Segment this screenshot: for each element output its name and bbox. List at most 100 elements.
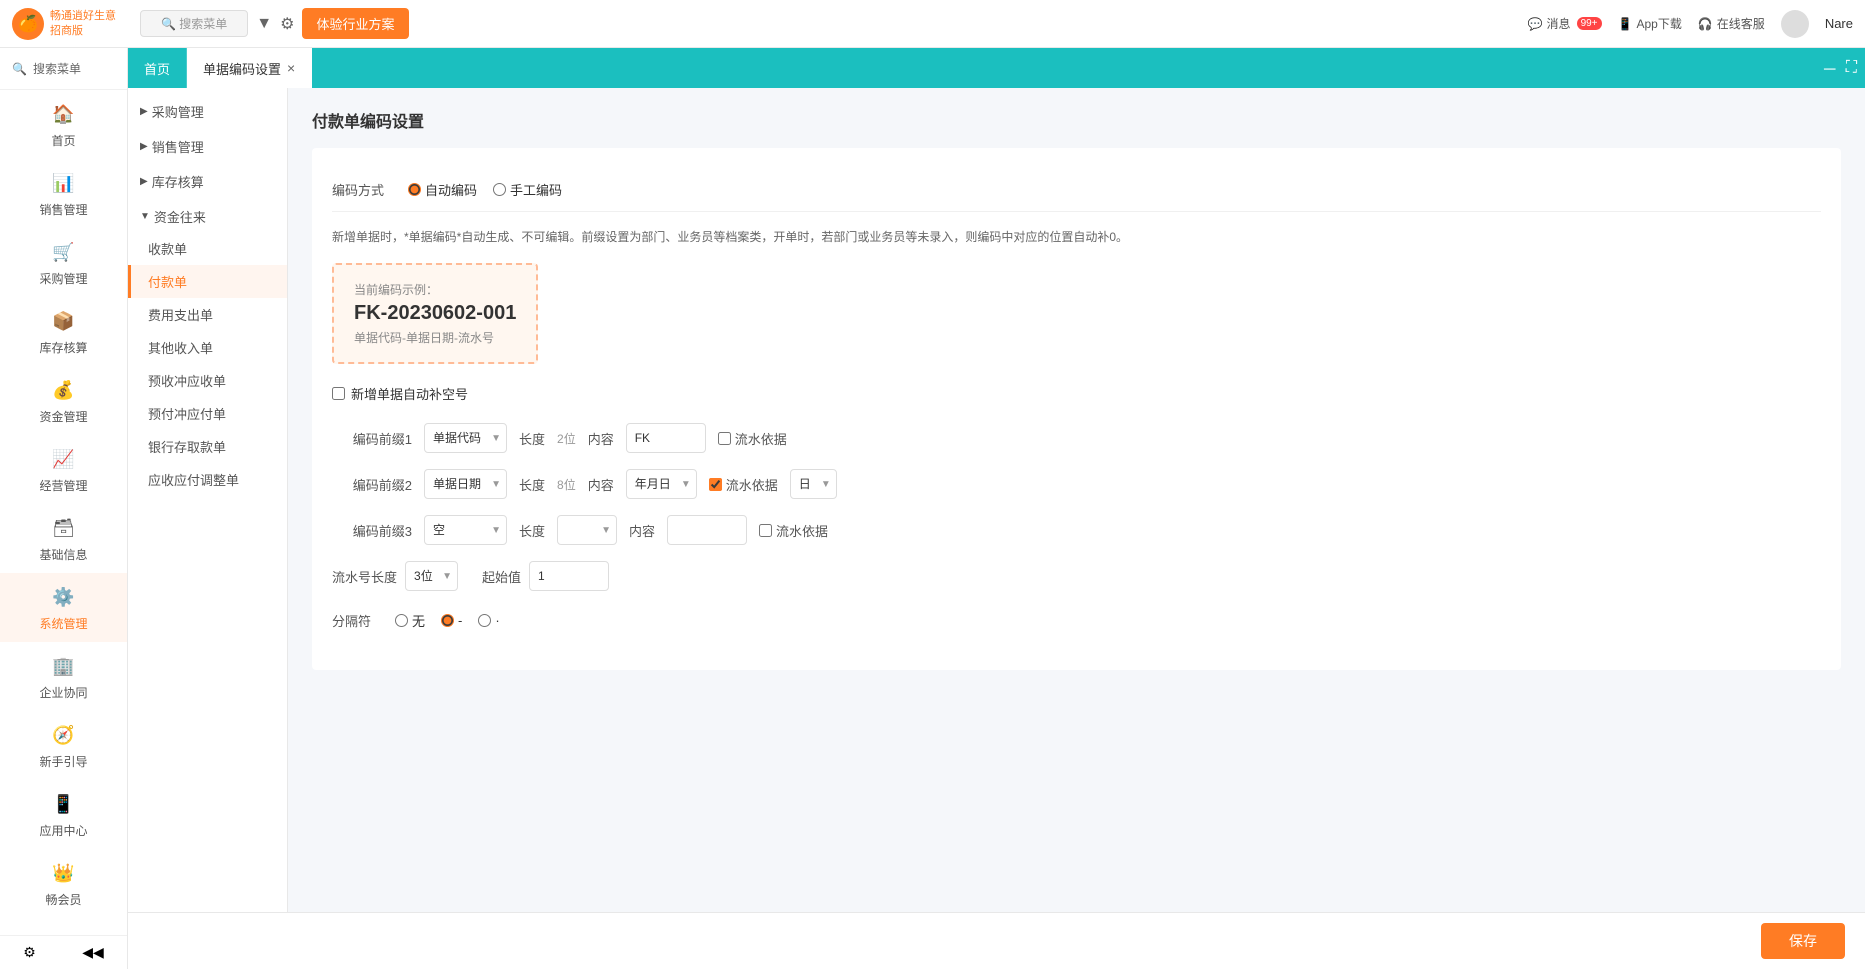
stream3-checkbox[interactable] — [759, 524, 772, 537]
top-header: 🍊 畅通逍好生意 招商版 🔍 搜索菜单 ▼ ⚙ 体验行业方案 💬 消息 99+ … — [0, 0, 1865, 48]
sidebar-item-finance[interactable]: 💰 资金管理 — [0, 366, 127, 435]
sidebar-item-vip[interactable]: 👑 畅会员 — [0, 849, 127, 918]
length2-value: 8位 — [557, 476, 576, 493]
tab-maximize-button[interactable]: ⛶ — [1846, 59, 1857, 77]
trial-button[interactable]: 体验行业方案 — [302, 8, 408, 39]
sub-group-inventory-header[interactable]: ▶ 库存核算 — [128, 166, 287, 197]
online-service-button[interactable]: 🎧 在线客服 — [1698, 15, 1765, 32]
length3-select-wrapper: 2位 4位 6位 8位 ▼ — [557, 515, 617, 545]
auto-fill-checkbox[interactable] — [332, 387, 345, 400]
serial-row: 流水号长度 3位 4位 5位 6位 ▼ — [332, 561, 1821, 591]
header-right: 💬 消息 99+ 📱 App下载 🎧 在线客服 Nare — [1528, 10, 1853, 38]
sidebar-bottom: ⚙ ◀◀ — [0, 935, 127, 969]
app-download-button[interactable]: 📱 App下载 — [1618, 15, 1682, 32]
code-preview-desc: 单据代码-单据日期-流水号 — [354, 329, 516, 346]
app-download-icon: 📱 — [1618, 17, 1633, 31]
message-button[interactable]: 💬 消息 99+ — [1528, 15, 1602, 32]
chevron-down-icon: ▼ — [140, 211, 150, 222]
content2-select-wrapper: 年月日 年月 年 月日 ▼ — [626, 469, 697, 499]
start-value-label: 起始值 — [482, 567, 521, 586]
prefix2-select[interactable]: 单据日期 单据代码 空 部门 业务员 — [424, 469, 507, 499]
stream3-check: 流水依据 — [759, 521, 828, 540]
prefix2-row: 编码前缀2 单据日期 单据代码 空 部门 业务员 ▼ 长度 — [332, 469, 1821, 499]
prefix3-select[interactable]: 空 单据代码 单据日期 部门 业务员 — [424, 515, 507, 545]
sub-group-purchase-header[interactable]: ▶ 采购管理 — [128, 96, 287, 127]
length3-label: 长度 — [519, 521, 545, 540]
stream2-option-select[interactable]: 日 月 年 — [790, 469, 837, 499]
logo-icon: 🍊 — [12, 8, 44, 40]
basics-icon: 🗃 — [50, 514, 78, 542]
sidebar-item-guide[interactable]: 🧭 新手引导 — [0, 711, 127, 780]
sub-item-payment[interactable]: 付款单 — [128, 265, 287, 298]
sidebar-item-system[interactable]: ⚙️ 系统管理 — [0, 573, 127, 642]
sub-group-sales-header[interactable]: ▶ 销售管理 — [128, 131, 287, 162]
sub-group-capital-header[interactable]: ▼ 资金往来 — [128, 201, 287, 232]
sidebar-item-home[interactable]: 🏠 首页 — [0, 90, 127, 159]
tab-bar-actions: － ⛶ — [1822, 56, 1865, 80]
length3-select[interactable]: 2位 4位 6位 8位 — [557, 515, 617, 545]
stream2-checkbox[interactable] — [709, 478, 722, 491]
tab-minimize-button[interactable]: － — [1822, 56, 1838, 80]
sidebar-search-area: 🔍 搜索菜单 — [0, 48, 127, 90]
content3-input[interactable] — [667, 515, 747, 545]
tab-encoding[interactable]: 单据编码设置 × — [187, 48, 312, 88]
auto-fill-label[interactable]: 新增单据自动补空号 — [351, 384, 468, 403]
stream2-check: 流水依据 — [709, 475, 778, 494]
length1-value: 2位 — [557, 430, 576, 447]
main-layout: 🔍 搜索菜单 🏠 首页 📊 销售管理 🛒 采购管理 📦 库存核算 💰 资金管理 … — [0, 48, 1865, 969]
enterprise-icon: 🏢 — [50, 652, 78, 680]
collapse-sidebar-button[interactable]: ◀◀ — [82, 944, 104, 961]
encoding-label: 编码方式 — [332, 180, 384, 199]
message-badge: 99+ — [1577, 17, 1602, 30]
sub-item-advance-payment[interactable]: 预付冲应付单 — [128, 397, 287, 430]
sep-dash-radio[interactable]: - — [441, 613, 462, 628]
save-button[interactable]: 保存 — [1761, 923, 1845, 959]
content1-input[interactable] — [626, 423, 706, 453]
sep-dot-radio[interactable]: · — [478, 613, 499, 628]
content1-label: 内容 — [588, 429, 614, 448]
finance-icon: 💰 — [50, 376, 78, 404]
prefix1-select[interactable]: 单据代码 单据日期 空 部门 业务员 — [424, 423, 507, 453]
sidebar-item-operations[interactable]: 📈 经营管理 — [0, 435, 127, 504]
sidebar-item-inventory[interactable]: 📦 库存核算 — [0, 297, 127, 366]
search-menu-button[interactable]: 🔍 搜索菜单 — [140, 10, 248, 37]
sidebar-item-basics[interactable]: 🗃 基础信息 — [0, 504, 127, 573]
sub-item-advance-receipt[interactable]: 预收冲应收单 — [128, 364, 287, 397]
sub-item-expense[interactable]: 费用支出单 — [128, 298, 287, 331]
radio-group-encoding: 自动编码 手工编码 — [408, 180, 562, 199]
sub-item-other-income[interactable]: 其他收入单 — [128, 331, 287, 364]
radio-auto-encode[interactable]: 自动编码 — [408, 180, 477, 199]
sidebar-item-sales[interactable]: 📊 销售管理 — [0, 159, 127, 228]
search-menu-sidebar-button[interactable]: 🔍 搜索菜单 — [8, 56, 119, 81]
serial-length-label: 流水号长度 — [332, 567, 397, 586]
code-preview-box: 当前编码示例： FK-20230602-001 单据代码-单据日期-流水号 — [332, 263, 538, 364]
settings-bottom-button[interactable]: ⚙ — [23, 944, 36, 961]
start-value-input[interactable] — [529, 561, 609, 591]
prefix2-select-wrapper: 单据日期 单据代码 空 部门 业务员 ▼ — [424, 469, 507, 499]
sidebar-item-purchase[interactable]: 🛒 采购管理 — [0, 228, 127, 297]
logo-text: 畅通逍好生意 招商版 — [50, 9, 116, 38]
sales-icon: 📊 — [50, 169, 78, 197]
header-middle: 🔍 搜索菜单 ▼ ⚙ 体验行业方案 — [140, 8, 1528, 39]
sub-item-receipt[interactable]: 收款单 — [128, 232, 287, 265]
sep-none-radio[interactable]: 无 — [395, 611, 425, 630]
header-settings-button[interactable]: ⚙ — [280, 14, 294, 34]
prefix2-label: 编码前缀2 — [332, 475, 412, 494]
sidebar-item-apps[interactable]: 📱 应用中心 — [0, 780, 127, 849]
content2-select[interactable]: 年月日 年月 年 月日 — [626, 469, 697, 499]
footer-bar: 保存 — [128, 912, 1865, 969]
serial-length-select-wrapper: 3位 4位 5位 6位 ▼ — [405, 561, 458, 591]
length1-label: 长度 — [519, 429, 545, 448]
content3-label: 内容 — [629, 521, 655, 540]
sub-item-ar-ap-adjust[interactable]: 应收应付调整单 — [128, 463, 287, 496]
avatar[interactable] — [1781, 10, 1809, 38]
serial-length-select[interactable]: 3位 4位 5位 6位 — [405, 561, 458, 591]
header-dropdown-button[interactable]: ▼ — [256, 15, 272, 33]
tab-close-icon[interactable]: × — [287, 60, 295, 76]
sub-item-bank-deposit[interactable]: 银行存取款单 — [128, 430, 287, 463]
sidebar-item-enterprise[interactable]: 🏢 企业协同 — [0, 642, 127, 711]
stream1-checkbox[interactable] — [718, 432, 731, 445]
radio-manual-encode[interactable]: 手工编码 — [493, 180, 562, 199]
tab-home[interactable]: 首页 — [128, 48, 187, 88]
page-title: 付款单编码设置 — [312, 108, 1841, 132]
